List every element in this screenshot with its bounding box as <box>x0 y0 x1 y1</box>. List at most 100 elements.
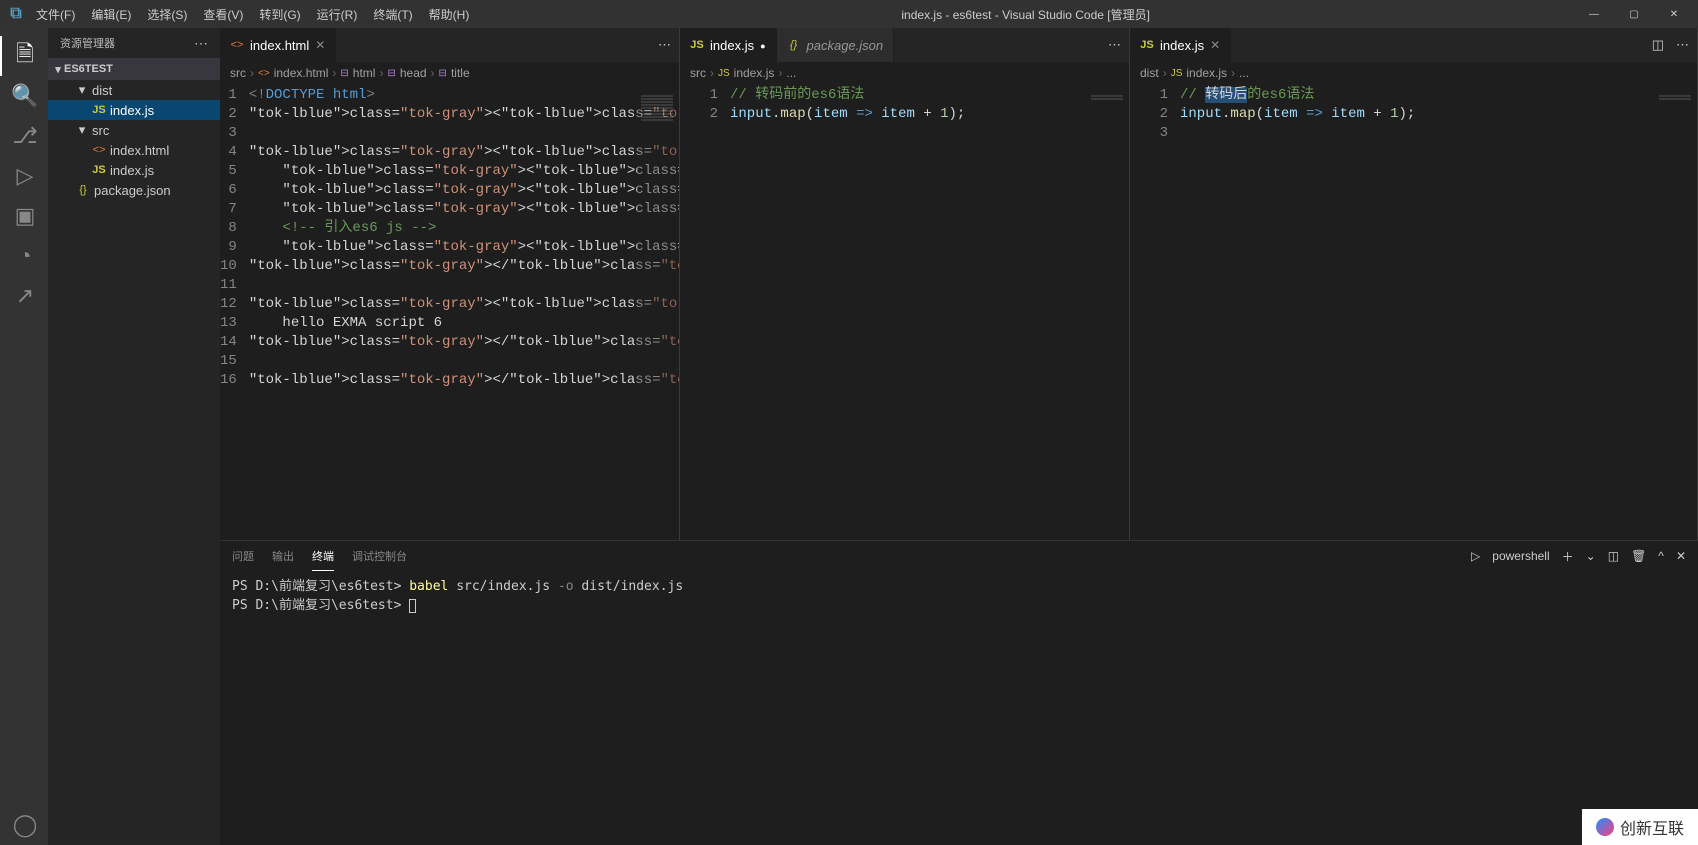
menu-bar: 文件(F) 编辑(E) 选择(S) 查看(V) 转到(G) 运行(R) 终端(T… <box>28 2 477 27</box>
js-icon: JS <box>1140 39 1154 51</box>
close-icon[interactable]: ✕ <box>315 38 325 52</box>
code-lines-3[interactable]: // 转码后的es6语法input.map(item => item + 1); <box>1180 84 1697 540</box>
menu-view[interactable]: 查看(V) <box>195 2 251 27</box>
html-icon: <> <box>230 39 244 51</box>
menu-select[interactable]: 选择(S) <box>139 2 195 27</box>
terminal-add-icon[interactable]: ＋ <box>1562 548 1574 565</box>
crumb-indexhtml[interactable]: <>index.html <box>258 66 328 80</box>
crumb-title[interactable]: ⊟title <box>439 66 470 80</box>
folder-dist[interactable]: ▾dist <box>48 80 220 100</box>
close-button[interactable]: ✕ <box>1654 0 1694 28</box>
file-packagejson[interactable]: {}package.json <box>48 180 220 200</box>
gutter-3: 123 <box>1130 84 1180 540</box>
tabs-bar-1: <> index.html ✕ ⋯ <box>220 28 679 62</box>
minimap-2[interactable] <box>1087 84 1127 540</box>
crumb-head[interactable]: ⊟head <box>387 66 426 80</box>
bottom-panel: 问题 输出 终端 调试控制台 ▷ powershell ＋ ⌄ ◫ 🗑 ^ ✕ … <box>220 540 1698 845</box>
crumb-src[interactable]: src <box>230 66 246 80</box>
split-editor-icon[interactable]: ◫ <box>1652 37 1664 53</box>
breadcrumbs-3[interactable]: dist› JS index.js› ... <box>1130 62 1697 84</box>
sidebar-more-icon[interactable]: ⋯ <box>194 35 208 52</box>
code-editor-2[interactable]: 12 // 转码前的es6语法input.map(item => item + … <box>680 84 1129 540</box>
activity-bar: 🗎 🔍 ⎇ ▷ ▣ ◔ ↗ ◯ <box>0 28 48 845</box>
scm-icon[interactable]: ⎇ <box>0 116 48 156</box>
sidebar-title: 资源管理器 <box>60 35 115 51</box>
tab-src-indexjs[interactable]: JS index.js <box>680 28 777 62</box>
crumb-indexjs[interactable]: JS index.js <box>1171 66 1227 80</box>
close-icon[interactable]: ✕ <box>1210 38 1220 52</box>
code-editor-1[interactable]: 12345678910111213141516 <!DOCTYPE html>"… <box>220 84 679 540</box>
terminal-trash-icon[interactable]: 🗑 <box>1631 549 1646 563</box>
file-dist-indexjs[interactable]: JSindex.js <box>48 100 220 120</box>
crumb-indexjs[interactable]: JS index.js <box>718 66 774 80</box>
panel-tabs: 问题 输出 终端 调试控制台 ▷ powershell ＋ ⌄ ◫ 🗑 ^ ✕ <box>220 541 1698 571</box>
tab-packagejson[interactable]: {} package.json <box>777 28 895 62</box>
minimap-3[interactable] <box>1655 84 1695 540</box>
file-src-indexjs[interactable]: JSindex.js <box>48 160 220 180</box>
js-icon: JS <box>92 164 106 176</box>
editor-more-icon[interactable]: ⋯ <box>1676 37 1689 53</box>
panel-tab-debug[interactable]: 调试控制台 <box>352 542 407 570</box>
watermark-badge: 创新互联 <box>1582 809 1698 845</box>
js-icon: JS <box>92 104 106 116</box>
code-lines-2[interactable]: // 转码前的es6语法input.map(item => item + 1); <box>730 84 1129 540</box>
terminal-label[interactable]: powershell <box>1492 549 1549 563</box>
tabs-bar-2: JS index.js {} package.json ⋯ <box>680 28 1129 62</box>
terminal-max-icon[interactable]: ^ <box>1658 549 1664 563</box>
terminal-launch-icon[interactable]: ▷ <box>1471 549 1480 563</box>
panel-tab-terminal[interactable]: 终端 <box>312 542 334 571</box>
files-icon[interactable]: 🗎 <box>0 36 48 76</box>
accounts-icon[interactable]: ◯ <box>0 805 48 845</box>
editor-group-2: JS index.js {} package.json ⋯ src› JS in… <box>680 28 1130 540</box>
crumb-dist[interactable]: dist <box>1140 66 1159 80</box>
editor-more-icon[interactable]: ⋯ <box>1108 37 1121 53</box>
menu-file[interactable]: 文件(F) <box>28 2 83 27</box>
tabs-bar-3: JS index.js ✕ ◫ ⋯ <box>1130 28 1697 62</box>
vscode-logo: ⧉ <box>4 5 28 23</box>
menu-edit[interactable]: 编辑(E) <box>83 2 139 27</box>
menu-goto[interactable]: 转到(G) <box>251 2 308 27</box>
panel-tab-problems[interactable]: 问题 <box>232 542 254 570</box>
search-icon[interactable]: 🔍 <box>0 76 48 116</box>
html-icon: <> <box>92 144 106 156</box>
menu-help[interactable]: 帮助(H) <box>421 2 478 27</box>
editor-more-icon[interactable]: ⋯ <box>658 37 671 53</box>
maximize-button[interactable]: ▢ <box>1614 0 1654 28</box>
watermark-icon <box>1596 818 1614 836</box>
file-src-indexhtml[interactable]: <>index.html <box>48 140 220 160</box>
minimize-button[interactable]: — <box>1574 0 1614 28</box>
debug-icon[interactable]: ▷ <box>0 156 48 196</box>
panel-tab-output[interactable]: 输出 <box>272 542 294 570</box>
terminal-dropdown-icon[interactable]: ⌄ <box>1586 549 1596 563</box>
modified-dot-icon[interactable] <box>760 38 765 52</box>
js-icon: JS <box>690 39 704 51</box>
workspace-root[interactable]: ▾ES6TEST <box>48 58 220 80</box>
crumb-more[interactable]: ... <box>1239 66 1249 80</box>
editor-group-1: <> index.html ✕ ⋯ src› <>index.html› ⊟ht… <box>220 28 680 540</box>
terminal[interactable]: PS D:\前端复习\es6test> babel src/index.js -… <box>220 571 1698 845</box>
sidebar-explorer: 资源管理器 ⋯ ▾ES6TEST ▾dist JSindex.js ▾src <… <box>48 28 220 845</box>
folder-src[interactable]: ▾src <box>48 120 220 140</box>
code-editor-3[interactable]: 123 // 转码后的es6语法input.map(item => item +… <box>1130 84 1697 540</box>
remote-icon[interactable]: ◔ <box>0 236 48 276</box>
window-title: index.js - es6test - Visual Studio Code … <box>477 6 1574 23</box>
crumb-src[interactable]: src <box>690 66 706 80</box>
breadcrumbs-1[interactable]: src› <>index.html› ⊟html› ⊟head› ⊟title <box>220 62 679 84</box>
gutter-1: 12345678910111213141516 <box>220 84 249 540</box>
minimap-1[interactable] <box>637 84 677 540</box>
terminal-split-icon[interactable]: ◫ <box>1608 549 1619 563</box>
tab-indexhtml[interactable]: <> index.html ✕ <box>220 28 336 62</box>
share-icon[interactable]: ↗ <box>0 276 48 316</box>
breadcrumbs-2[interactable]: src› JS index.js› ... <box>680 62 1129 84</box>
code-lines-1[interactable]: <!DOCTYPE html>"tok-lblue">class="tok-gr… <box>249 84 679 540</box>
gutter-2: 12 <box>680 84 730 540</box>
crumb-more[interactable]: ... <box>786 66 796 80</box>
extensions-icon[interactable]: ▣ <box>0 196 48 236</box>
menu-run[interactable]: 运行(R) <box>309 2 366 27</box>
tab-dist-indexjs[interactable]: JS index.js ✕ <box>1130 28 1231 62</box>
editor-group-3: JS index.js ✕ ◫ ⋯ dist› JS index.js› ...… <box>1130 28 1698 540</box>
menu-terminal[interactable]: 终端(T) <box>365 2 420 27</box>
panel-close-icon[interactable]: ✕ <box>1676 549 1686 563</box>
crumb-html[interactable]: ⊟html <box>340 66 375 80</box>
json-icon: {} <box>787 39 801 51</box>
